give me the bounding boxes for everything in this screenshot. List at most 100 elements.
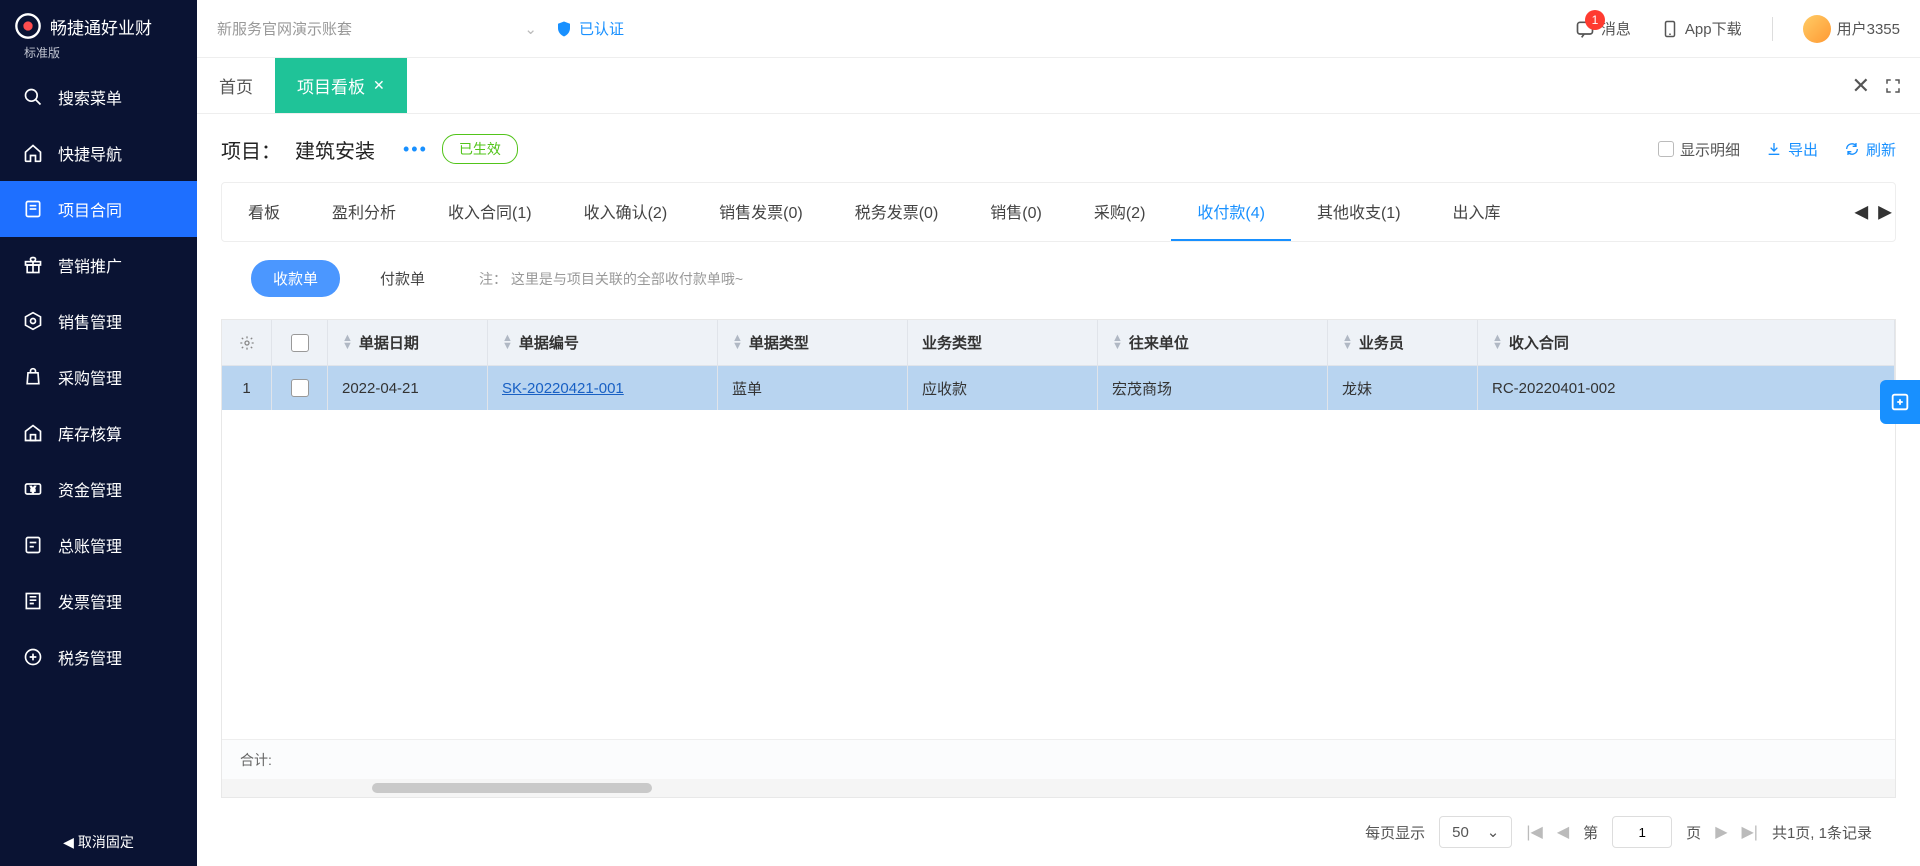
- next-page-button[interactable]: ▶: [1715, 822, 1727, 842]
- sidebar-item-sales[interactable]: 销售管理: [0, 293, 197, 349]
- bag-icon: [22, 366, 44, 388]
- sidebar-item-search[interactable]: 搜索菜单: [0, 69, 197, 125]
- sidebar-item-quicknav[interactable]: 快捷导航: [0, 125, 197, 181]
- close-tab-icon[interactable]: ✕: [373, 77, 385, 94]
- export-button[interactable]: 导出: [1766, 139, 1818, 160]
- sidebar-unpin-button[interactable]: ◀ 取消固定: [0, 818, 197, 866]
- subtab-board[interactable]: 看板: [222, 183, 306, 241]
- brand: 畅捷通好业财: [0, 0, 197, 44]
- total-row: 合计:: [222, 739, 1895, 779]
- collapse-icon: ◀: [63, 834, 74, 851]
- per-page-select[interactable]: 50 ⌄: [1439, 816, 1512, 848]
- sidebar-item-label: 库存核算: [58, 421, 122, 445]
- account-selector[interactable]: 新服务官网演示账套 ⌄: [217, 18, 537, 39]
- subtabs-prev-button[interactable]: ◀: [1854, 202, 1868, 223]
- page-label-pre: 第: [1583, 822, 1598, 843]
- subtabs-next-button[interactable]: ▶: [1878, 202, 1892, 223]
- more-button[interactable]: •••: [403, 139, 428, 160]
- td-checkbox[interactable]: [272, 366, 328, 410]
- th-unit-label: 往来单位: [1129, 332, 1189, 353]
- invoice-icon: [22, 590, 44, 612]
- th-emp-label: 业务员: [1359, 332, 1404, 353]
- sidebar-item-finance[interactable]: ¥ 资金管理: [0, 461, 197, 517]
- subtab-sales[interactable]: 销售(0): [964, 183, 1068, 241]
- sort-icon: ▲▼: [1342, 335, 1353, 350]
- tax-icon: [22, 646, 44, 668]
- messages-button[interactable]: 1 消息: [1575, 18, 1631, 39]
- sort-icon: ▲▼: [732, 335, 743, 350]
- fullscreen-button[interactable]: [1884, 77, 1902, 95]
- td-biz: 应收款: [908, 366, 1098, 410]
- show-detail-toggle[interactable]: 显示明细: [1658, 139, 1740, 160]
- last-page-button[interactable]: ▶|: [1742, 822, 1758, 842]
- sidebar-item-ledger[interactable]: 总账管理: [0, 517, 197, 573]
- th-contract[interactable]: ▲▼收入合同: [1478, 320, 1895, 365]
- refresh-button[interactable]: 刷新: [1844, 139, 1896, 160]
- sidebar-item-label: 销售管理: [58, 309, 122, 333]
- status-badge: 已生效: [442, 134, 518, 164]
- chevron-down-icon: ⌄: [524, 20, 537, 38]
- app-download-button[interactable]: App下载: [1661, 18, 1742, 39]
- sort-icon: ▲▼: [342, 335, 353, 350]
- scrollbar-thumb[interactable]: [372, 783, 652, 793]
- sidebar-item-invoice[interactable]: 发票管理: [0, 573, 197, 629]
- close-all-tabs-button[interactable]: ✕: [1852, 73, 1870, 99]
- gift-icon: [22, 254, 44, 276]
- th-type[interactable]: ▲▼单据类型: [718, 320, 908, 365]
- phone-icon: [1661, 19, 1679, 39]
- th-date[interactable]: ▲▼ 单据日期: [328, 320, 488, 365]
- th-emp[interactable]: ▲▼ 业务员: [1328, 320, 1478, 365]
- th-checkbox[interactable]: [272, 320, 328, 365]
- subtab-income-confirm[interactable]: 收入确认(2): [558, 183, 694, 241]
- tab-home[interactable]: 首页: [197, 58, 275, 113]
- checkbox-icon: [1658, 141, 1674, 157]
- subtab-inout[interactable]: 出入库: [1427, 183, 1527, 241]
- page-input[interactable]: [1612, 816, 1672, 848]
- user-menu[interactable]: 用户3355: [1803, 15, 1900, 43]
- export-label: 导出: [1788, 139, 1818, 160]
- verified-text: 已认证: [579, 18, 624, 39]
- sidebar-item-label: 搜索菜单: [58, 85, 122, 109]
- th-biz[interactable]: 业务类型: [908, 320, 1098, 365]
- th-no[interactable]: ▲▼单据编号: [488, 320, 718, 365]
- sidebar-item-label: 采购管理: [58, 365, 122, 389]
- sidebar-item-purchase[interactable]: 采购管理: [0, 349, 197, 405]
- float-action-button[interactable]: [1880, 380, 1920, 424]
- project-name: 建筑安装: [295, 135, 375, 164]
- refresh-icon: [1844, 141, 1860, 157]
- warehouse-icon: [22, 422, 44, 444]
- th-biz-label: 业务类型: [922, 332, 982, 353]
- subtab-receipt-payment[interactable]: 收付款(4): [1171, 183, 1291, 241]
- table-row[interactable]: 1 2022-04-21 SK-20220421-001 蓝单 应收款 宏茂商场…: [222, 366, 1895, 410]
- receipt-pill[interactable]: 收款单: [251, 260, 340, 297]
- content: 项目： 建筑安装 ••• 已生效 显示明细 导出 刷新: [197, 114, 1920, 866]
- brand-logo-icon: [14, 12, 42, 40]
- horizontal-scrollbar[interactable]: [222, 779, 1895, 797]
- sidebar-item-marketing[interactable]: 营销推广: [0, 237, 197, 293]
- sidebar-item-project-contract[interactable]: 项目合同: [0, 181, 197, 237]
- money-icon: ¥: [22, 478, 44, 500]
- contract-icon: [22, 198, 44, 220]
- subtabs-container: 看板 盈利分析 收入合同(1) 收入确认(2) 销售发票(0) 税务发票(0) …: [221, 182, 1896, 242]
- table: ▲▼单据日期 ▲▼单据编号 ▲▼单据类型 业务类型 ▲▼往来单位 ▲▼业务员 ▲…: [221, 319, 1896, 798]
- subtab-sales-invoice[interactable]: 销售发票(0): [693, 183, 829, 241]
- sidebar-item-inventory[interactable]: 库存核算: [0, 405, 197, 461]
- sidebar-unpin-label: 取消固定: [78, 832, 134, 852]
- subtab-profit[interactable]: 盈利分析: [306, 183, 422, 241]
- doc-link[interactable]: SK-20220421-001: [502, 380, 624, 397]
- th-settings[interactable]: [222, 320, 272, 365]
- subtab-other[interactable]: 其他收支(1): [1291, 183, 1427, 241]
- subtab-tax-invoice[interactable]: 税务发票(0): [829, 183, 965, 241]
- first-page-button[interactable]: |◀: [1526, 822, 1542, 842]
- sidebar-item-tax[interactable]: 税务管理: [0, 629, 197, 685]
- subtab-purchase[interactable]: 采购(2): [1068, 183, 1172, 241]
- account-name: 新服务官网演示账套: [217, 18, 352, 39]
- payment-pill[interactable]: 付款单: [358, 260, 447, 297]
- tab-project-board[interactable]: 项目看板 ✕: [275, 58, 407, 113]
- tab-home-label: 首页: [219, 73, 253, 98]
- th-unit[interactable]: ▲▼往来单位: [1098, 320, 1328, 365]
- sidebar-item-label: 总账管理: [58, 533, 122, 557]
- subtab-income-contract[interactable]: 收入合同(1): [422, 183, 558, 241]
- prev-page-button[interactable]: ◀: [1557, 822, 1569, 842]
- th-date-label: 单据日期: [359, 332, 419, 353]
